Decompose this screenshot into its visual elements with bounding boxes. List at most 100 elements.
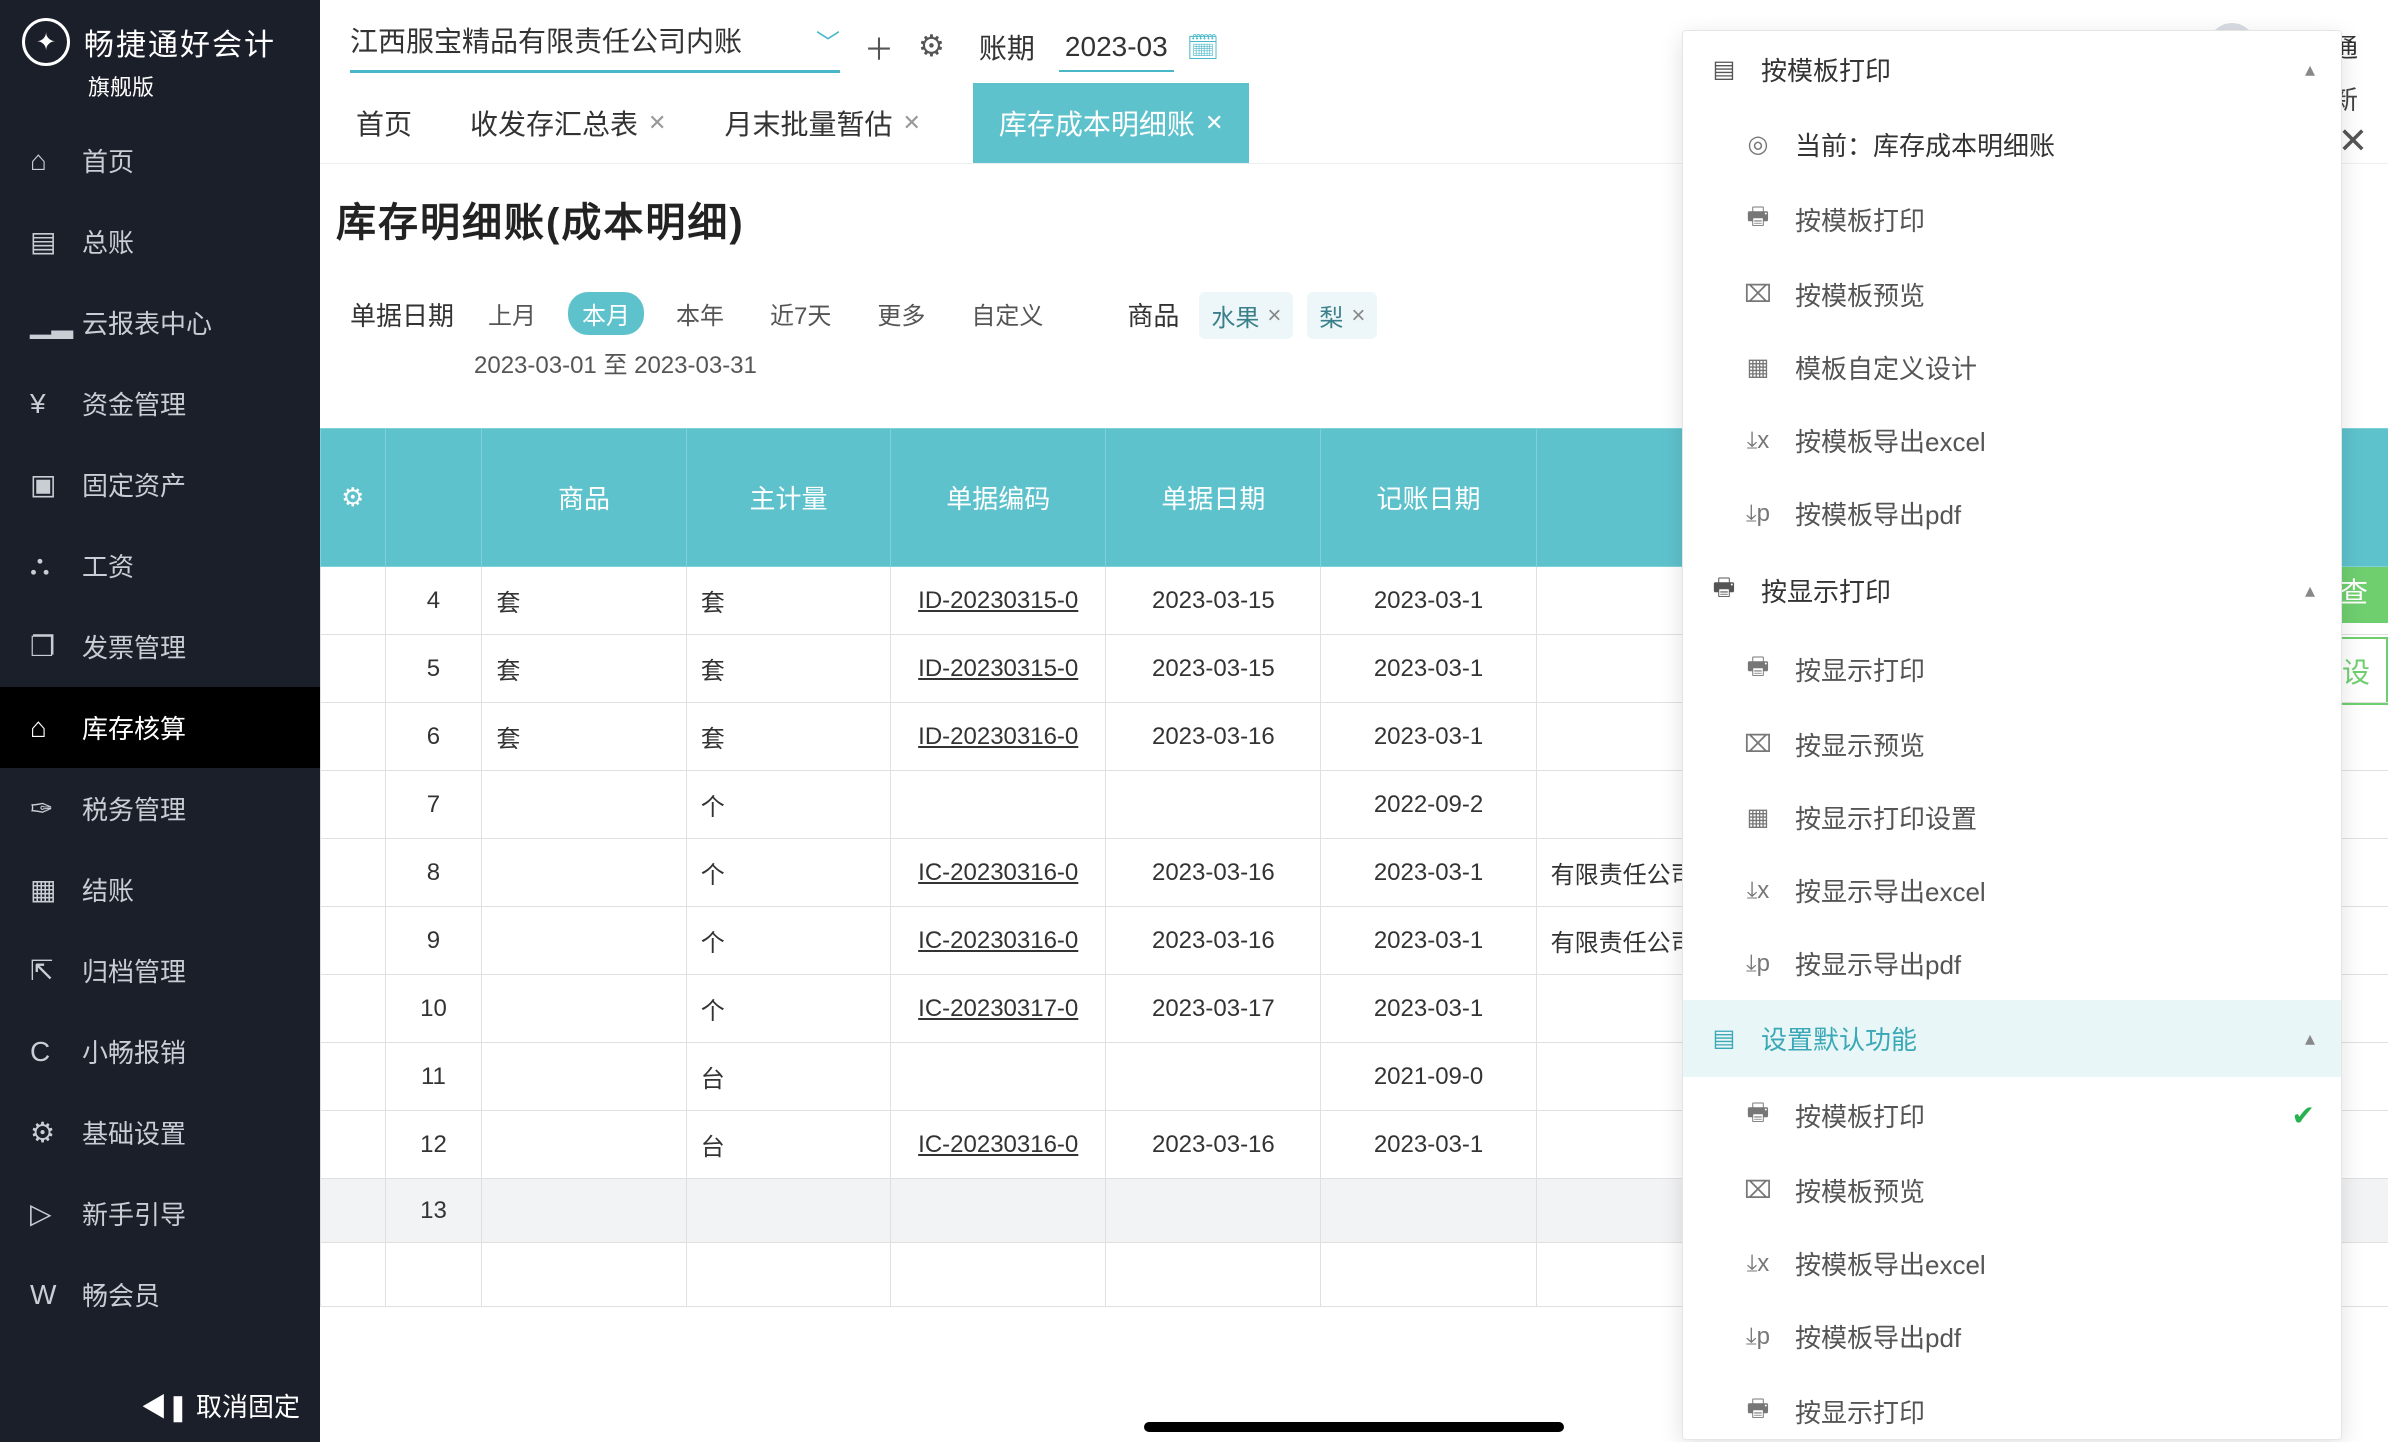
tab-3[interactable]: 库存成本明细账✕ <box>973 83 1249 163</box>
nav-label: 云报表中心 <box>82 304 212 341</box>
date-filter-label: 单据日期 <box>350 296 454 333</box>
dropdown-item[interactable]: ⤓p按模板导出pdf <box>1683 1300 2341 1373</box>
doc-link[interactable]: ID-20230316-0 <box>891 703 1106 771</box>
sidebar-item-12[interactable]: ⚙基础设置 <box>0 1092 320 1173</box>
dropdown-item[interactable]: ⤓x按显示导出excel <box>1683 854 2341 927</box>
sidebar-item-4[interactable]: ▣固定资产 <box>0 444 320 525</box>
print-dropdown: ▤按模板打印▴◎当前：库存成本明细账🖶按模板打印⌧按模板预览▦模板自定义设计⤓x… <box>1682 30 2342 1440</box>
close-icon[interactable]: ✕ <box>902 110 920 136</box>
section-icon: ▤ <box>1709 55 1739 84</box>
dropdown-item[interactable]: ⤓p按模板导出pdf <box>1683 477 2341 550</box>
sidebar-item-14[interactable]: W畅会员 <box>0 1254 320 1335</box>
home-indicator <box>1144 1422 1564 1432</box>
check-icon: ✔ <box>2292 1099 2315 1132</box>
date-range-text: 2023-03-01 至 2023-03-31 <box>474 345 1057 380</box>
dropdown-item[interactable]: ▦按显示打印设置 <box>1683 781 2341 854</box>
dropdown-section[interactable]: ▤设置默认功能▴ <box>1683 1000 2341 1077</box>
period-selector[interactable]: 2023-03 🗓 <box>1059 31 1219 63</box>
nav-icon: ▁▂ <box>30 306 70 339</box>
add-icon[interactable]: ＋ <box>864 25 894 69</box>
nav-icon: ▤ <box>30 225 70 258</box>
dropdown-item[interactable]: ⤓x按模板导出excel <box>1683 404 2341 477</box>
sidebar-item-5[interactable]: ⛬工资 <box>0 525 320 606</box>
range-chip[interactable]: 上月 <box>474 292 550 335</box>
nav-label: 首页 <box>82 142 134 179</box>
dropdown-item[interactable]: ⌧按模板预览 <box>1683 258 2341 331</box>
nav-icon: ⇱ <box>30 954 70 987</box>
dropdown-item[interactable]: ◎当前：库存成本明细账 <box>1683 108 2341 181</box>
close-icon[interactable]: ✕ <box>648 110 666 136</box>
dropdown-item[interactable]: 🖶按模板打印 <box>1683 181 2341 258</box>
nav-icon: ❐ <box>30 630 70 663</box>
dropdown-item[interactable]: ⌧按显示预览 <box>1683 708 2341 781</box>
nav-label: 小畅报销 <box>82 1033 186 1070</box>
nav-label: 结账 <box>82 871 134 908</box>
chevron-down-icon: ﹀ <box>816 23 840 58</box>
sidebar-item-3[interactable]: ¥资金管理 <box>0 363 320 444</box>
tab-2[interactable]: 月末批量暂估✕ <box>718 83 926 163</box>
item-icon: ⤓x <box>1743 1250 1773 1278</box>
sidebar-item-8[interactable]: ✑税务管理 <box>0 768 320 849</box>
remove-icon[interactable]: × <box>1267 302 1281 330</box>
nav-label: 工资 <box>82 547 134 584</box>
remove-icon[interactable]: × <box>1351 302 1365 330</box>
sidebar-item-0[interactable]: ⌂首页 <box>0 120 320 201</box>
date-range-chips: 上月本月本年近7天更多自定义 <box>474 292 1057 335</box>
dropdown-item[interactable]: ⤓x按模板导出excel <box>1683 1227 2341 1300</box>
sidebar-item-13[interactable]: ▷ 新手引导 <box>0 1173 320 1254</box>
dropdown-item[interactable]: ▦模板自定义设计 <box>1683 331 2341 404</box>
dropdown-item[interactable]: 🖶按显示打印 <box>1683 1373 2341 1440</box>
tab-1[interactable]: 收发存汇总表✕ <box>464 83 672 163</box>
item-icon: ⤓p <box>1743 1323 1773 1351</box>
sidebar-item-7[interactable]: ⌂库存核算 <box>0 687 320 768</box>
sidebar-item-10[interactable]: ⇱归档管理 <box>0 930 320 1011</box>
unpin-button[interactable]: ◀❚ 取消固定 <box>0 1369 320 1442</box>
nav-label: 发票管理 <box>82 628 186 665</box>
nav-icon: ▷ <box>30 1197 70 1230</box>
period-label: 账期 <box>979 27 1035 67</box>
doc-link[interactable]: ID-20230315-0 <box>891 567 1106 635</box>
nav-icon: ▦ <box>30 873 70 906</box>
item-icon: ⌧ <box>1743 1176 1773 1205</box>
range-chip[interactable]: 本年 <box>662 292 738 335</box>
dropdown-section[interactable]: ▤按模板打印▴ <box>1683 31 2341 108</box>
range-chip[interactable]: 本月 <box>568 292 644 335</box>
nav-label: 新手引导 <box>82 1195 186 1232</box>
close-panel-icon[interactable]: ✕ <box>2338 120 2368 162</box>
col-unit: 主计量 <box>686 429 890 567</box>
close-icon[interactable]: ✕ <box>1205 110 1223 136</box>
edition-label: 旗舰版 <box>0 70 320 120</box>
gear-icon: ⚙ <box>341 482 364 512</box>
item-icon: ▦ <box>1743 353 1773 382</box>
goods-chip[interactable]: 梨 × <box>1307 292 1377 339</box>
doc-link[interactable]: IC-20230316-0 <box>891 1111 1106 1179</box>
dropdown-item[interactable]: 🖶按显示打印 <box>1683 631 2341 708</box>
doc-link[interactable]: ID-20230315-0 <box>891 635 1106 703</box>
dropdown-item[interactable]: ⌧按模板预览 <box>1683 1154 2341 1227</box>
dropdown-item[interactable]: ⤓p按显示导出pdf <box>1683 927 2341 1000</box>
gear-icon[interactable]: ⚙ <box>918 29 945 64</box>
nav-icon: ⚙ <box>30 1116 70 1149</box>
brand-name: 畅捷通好会计 <box>84 20 276 64</box>
sidebar-item-11[interactable]: C小畅报销 <box>0 1011 320 1092</box>
sidebar-item-9[interactable]: ▦ 结账 <box>0 849 320 930</box>
dropdown-section[interactable]: 🖶按显示打印▴ <box>1683 550 2341 631</box>
calendar-icon: 🗓 <box>1186 32 1219 62</box>
range-chip[interactable]: 更多 <box>863 292 939 335</box>
sidebar-item-6[interactable]: ❐ 发票管理 <box>0 606 320 687</box>
goods-chip[interactable]: 水果 × <box>1199 292 1293 339</box>
doc-link[interactable]: IC-20230317-0 <box>891 975 1106 1043</box>
nav-label: 税务管理 <box>82 790 186 827</box>
doc-link[interactable]: IC-20230316-0 <box>891 839 1106 907</box>
range-chip[interactable]: 自定义 <box>957 292 1057 335</box>
range-chip[interactable]: 近7天 <box>756 292 845 335</box>
company-selector[interactable]: 江西服宝精品有限责任公司内账 ﹀ <box>350 20 840 73</box>
item-icon: ⤓p <box>1743 500 1773 528</box>
doc-link[interactable]: IC-20230316-0 <box>891 907 1106 975</box>
col-gear[interactable]: ⚙ <box>321 429 386 567</box>
dropdown-item[interactable]: 🖶按模板打印✔ <box>1683 1077 2341 1154</box>
sidebar-item-2[interactable]: ▁▂ 云报表中心 <box>0 282 320 363</box>
tab-0[interactable]: 首页 <box>350 83 418 163</box>
nav-label: 畅会员 <box>82 1276 160 1313</box>
sidebar-item-1[interactable]: ▤总账 <box>0 201 320 282</box>
